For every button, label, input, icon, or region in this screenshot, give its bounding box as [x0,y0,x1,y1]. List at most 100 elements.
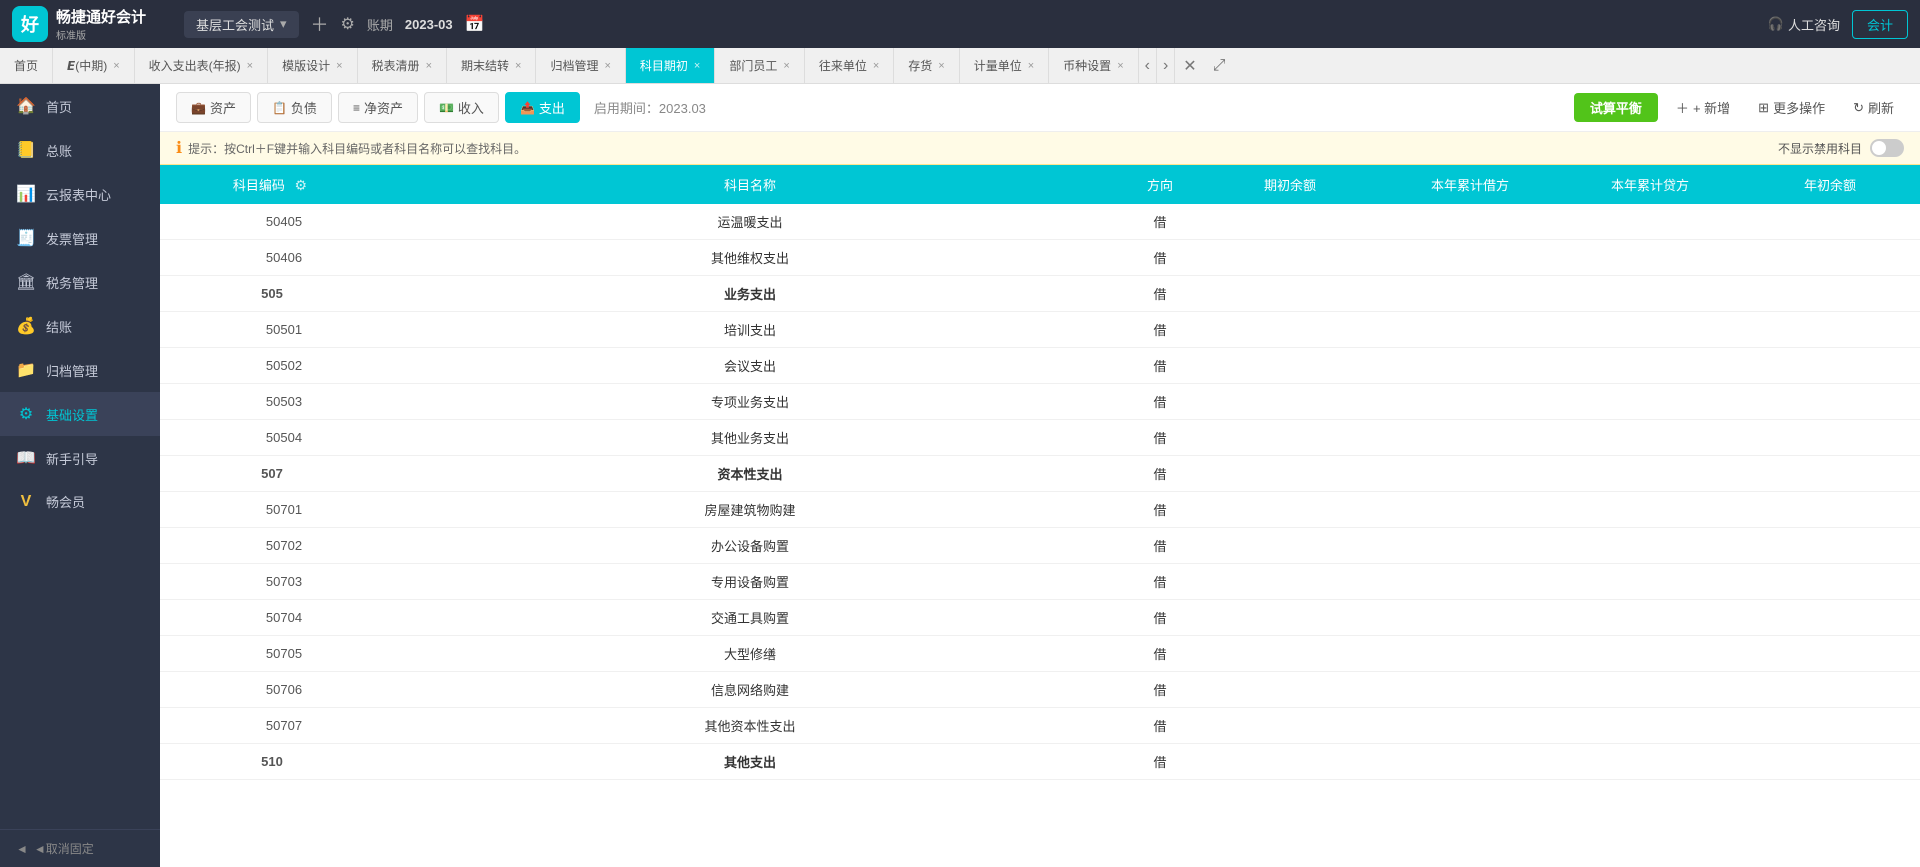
tab-close-icon[interactable]: × [783,60,789,72]
support-label: 人工咨询 [1788,15,1840,34]
more-label: 更多操作 [1773,98,1825,117]
cell-ytd-credit [1560,744,1740,780]
tab-close-icon[interactable]: × [336,60,342,72]
tab-close-icon[interactable]: × [113,60,119,72]
cell-direction: 借 [1120,744,1200,780]
tab-income-annual[interactable]: 收入支出表(年报) × [135,48,268,84]
table-row[interactable]: 50705 大型修缮 借 [160,636,1920,672]
net-assets-icon: ≡ [353,101,360,115]
tab-subject-init[interactable]: 科目期初 × [626,48,715,84]
cell-direction: 借 [1120,708,1200,744]
settings-icon[interactable]: ⚙ [341,14,355,34]
sidebar-item-guide[interactable]: 📖 新手引导 [0,436,160,480]
tab-close-icon[interactable]: × [515,60,521,72]
account-button[interactable]: 会计 [1852,10,1908,39]
tab-close-all-button[interactable]: ✕ [1175,48,1204,84]
sidebar-item-settings[interactable]: ⚙ 基础设置 [0,392,160,436]
cell-direction: 借 [1120,600,1200,636]
tab-close-icon[interactable]: × [1117,60,1123,72]
sidebar-item-vip[interactable]: V 畅会员 [0,480,160,523]
cell-ytd-credit [1560,312,1740,348]
table-row[interactable]: 50504 其他业务支出 借 [160,420,1920,456]
cell-name: 其他业务支出 [380,420,1120,456]
sidebar-label-guide: 新手引导 [46,449,98,468]
tab-close-icon[interactable]: × [873,60,879,72]
sidebar-item-archive[interactable]: 📁 归档管理 [0,348,160,392]
tab-close-icon[interactable]: × [1028,60,1034,72]
support-button[interactable]: 🎧 人工咨询 [1768,15,1840,34]
tab-contacts[interactable]: 往来单位 × [805,48,894,84]
table-row[interactable]: 50503 专项业务支出 借 [160,384,1920,420]
tab-income-annual-label: 收入支出表(年报) [149,57,241,74]
collapse-icon: ◄ [16,842,28,856]
disable-toggle[interactable] [1870,139,1904,157]
tab-template[interactable]: 模版设计 × [268,48,357,84]
refresh-icon: ↻ [1853,100,1864,116]
table-row[interactable]: 50502 会议支出 借 [160,348,1920,384]
sub-tab-liability[interactable]: 📋 负债 [257,92,332,123]
table-row[interactable]: 50702 办公设备购置 借 [160,528,1920,564]
cell-ytd-credit [1560,420,1740,456]
calendar-icon[interactable]: 📅 [465,14,485,34]
table-row[interactable]: 510 其他支出 借 [160,744,1920,780]
calc-balance-button[interactable]: 试算平衡 [1574,93,1658,122]
tab-close-icon[interactable]: × [938,60,944,72]
sidebar-item-home[interactable]: 🏠 首页 [0,84,160,128]
table-row[interactable]: 50707 其他资本性支出 借 [160,708,1920,744]
cell-direction: 借 [1120,240,1200,276]
sub-tab-liability-label: 负债 [291,98,317,117]
sidebar-item-settle[interactable]: 💰 结账 [0,304,160,348]
add-button[interactable]: ＋ + 新增 [1666,93,1740,122]
headset-icon: 🎧 [1768,16,1784,32]
table-row[interactable]: 50701 房屋建筑物购建 借 [160,492,1920,528]
tab-close-icon[interactable]: × [694,60,700,72]
sidebar-item-invoice[interactable]: 🧾 发票管理 [0,216,160,260]
table-row[interactable]: 505 业务支出 借 [160,276,1920,312]
col-settings-icon[interactable]: ⚙ [295,177,308,193]
cell-year-opening [1740,672,1920,708]
more-button[interactable]: ⊞ 更多操作 [1748,93,1835,122]
table-row[interactable]: 50704 交通工具购置 借 [160,600,1920,636]
sub-tab-income[interactable]: 💵 收入 [424,92,499,123]
add-tab-icon[interactable]: ＋ [311,11,329,37]
sidebar-item-ledger[interactable]: 📒 总账 [0,128,160,172]
cell-direction: 借 [1120,384,1200,420]
tab-close-icon[interactable]: × [247,60,253,72]
cell-direction: 借 [1120,528,1200,564]
refresh-button[interactable]: ↻ 刷新 [1843,93,1904,122]
table-row[interactable]: 507 资本性支出 借 [160,456,1920,492]
cell-ytd-debit [1380,312,1560,348]
table-row[interactable]: 50406 其他维权支出 借 [160,240,1920,276]
tab-currency[interactable]: 币种设置 × [1049,48,1138,84]
cell-year-opening [1740,744,1920,780]
home-icon: 🏠 [16,96,36,116]
tab-e-midterm[interactable]: 𝙀(中期) × [53,48,135,84]
cell-ytd-credit [1560,384,1740,420]
tab-archive[interactable]: 归档管理 × [536,48,625,84]
table-row[interactable]: 50703 专用设备购置 借 [160,564,1920,600]
table-row[interactable]: 50405 运温暖支出 借 [160,204,1920,240]
tab-close-icon[interactable]: × [604,60,610,72]
sidebar-item-tax[interactable]: 🏛 税务管理 [0,260,160,304]
cell-name: 大型修缮 [380,636,1120,672]
tab-inventory[interactable]: 存货 × [894,48,959,84]
cell-ytd-debit [1380,600,1560,636]
sub-tab-expense[interactable]: 📤 支出 [505,92,580,123]
cell-direction: 借 [1120,312,1200,348]
table-row[interactable]: 50706 信息网络购建 借 [160,672,1920,708]
tab-nav-prev[interactable]: ‹ [1139,48,1157,84]
tab-unit[interactable]: 计量单位 × [960,48,1049,84]
company-selector[interactable]: 基层工会测试 ▾ [184,11,299,38]
tab-expand-button[interactable]: ⤢ [1205,48,1234,84]
sub-tab-assets[interactable]: 💼 资产 [176,92,251,123]
tab-home[interactable]: 首页 [0,48,53,84]
tab-nav-next[interactable]: › [1157,48,1175,84]
tab-tax[interactable]: 税表清册 × [358,48,447,84]
sidebar-collapse-button[interactable]: ◄ ◄取消固定 [0,829,160,867]
sub-tab-net-assets[interactable]: ≡ 净资产 [338,92,418,123]
tab-period-end[interactable]: 期末结转 × [447,48,536,84]
tab-close-icon[interactable]: × [426,60,432,72]
tab-dept[interactable]: 部门员工 × [715,48,804,84]
table-row[interactable]: 50501 培训支出 借 [160,312,1920,348]
sidebar-item-cloud-report[interactable]: 📊 云报表中心 [0,172,160,216]
